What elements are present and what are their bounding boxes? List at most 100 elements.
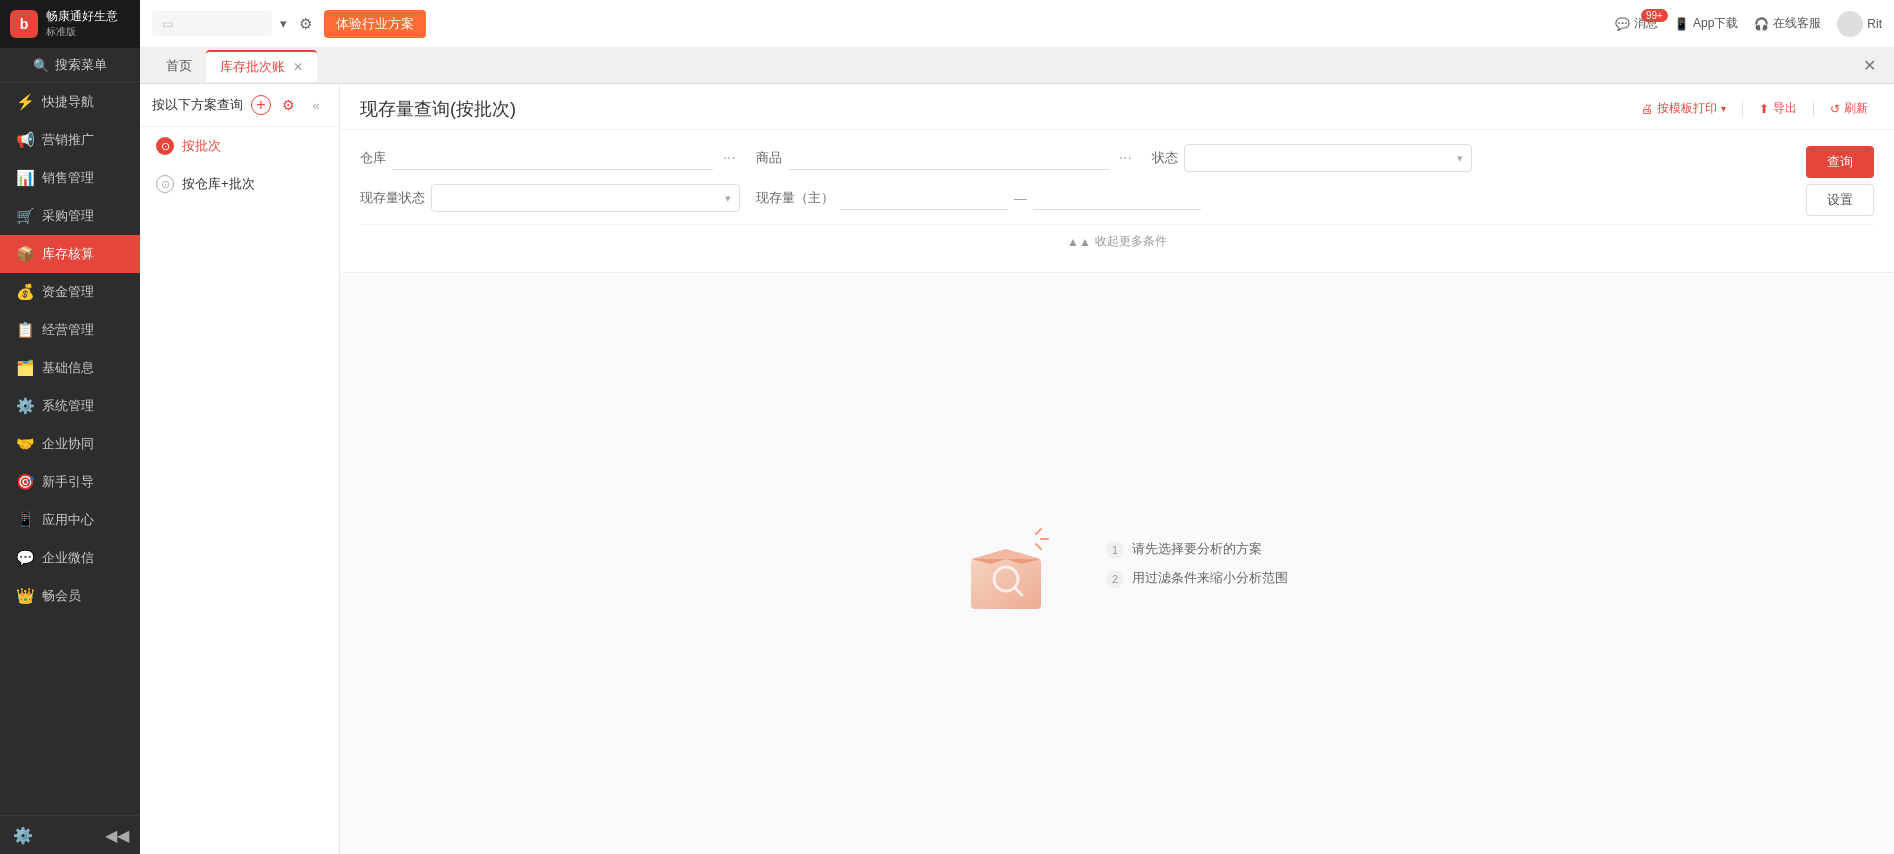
sidebar-item-wechat[interactable]: 💬 企业微信 [0, 539, 140, 577]
refresh-btn[interactable]: ↺ 刷新 [1824, 96, 1874, 121]
svg-line-5 [1036, 544, 1041, 549]
topbar-gear-btn[interactable]: ⚙ [295, 11, 316, 37]
filter-row-2: 现存量状态 ▾ 现存量（主） — [360, 184, 1874, 212]
sidebar-search[interactable]: 🔍 搜索菜单 [0, 48, 140, 83]
message-icon: 💬 [1615, 17, 1630, 31]
sidebar-item-label: 基础信息 [42, 359, 94, 377]
sidebar-nav: ⚡ 快捷导航 📢 营销推广 📊 销售管理 🛒 采购管理 📦 库存核算 💰 资金管… [0, 83, 140, 815]
sidebar-item-guide[interactable]: 🎯 新手引导 [0, 463, 140, 501]
divider1 [1742, 101, 1743, 117]
shortcuts-icon: ⚡ [16, 93, 34, 111]
topbar-search-box[interactable]: ▭ [152, 11, 272, 36]
app-download-btn[interactable]: 📱 App下载 [1674, 15, 1738, 32]
tab-bar: 首页 库存批次账 ✕ ✕ [140, 48, 1894, 84]
sidebar-item-member[interactable]: 👑 畅会员 [0, 577, 140, 615]
sidebar-settings-btn[interactable]: ⚙️ [12, 824, 34, 846]
company-name: 畅康通好生意 [46, 9, 118, 25]
system-icon: ⚙️ [16, 397, 34, 415]
tab-inventory-batch-label: 库存批次账 [220, 58, 285, 76]
sidebar-item-label: 企业微信 [42, 549, 94, 567]
empty-illustration [946, 504, 1066, 624]
print-btn[interactable]: 🖨 按模板打印 ▾ [1635, 96, 1732, 121]
finance-icon: 💰 [16, 283, 34, 301]
printer-icon: 🖨 [1641, 102, 1653, 116]
product-input[interactable] [788, 146, 1109, 170]
sidebar-item-shortcuts[interactable]: ⚡ 快捷导航 [0, 83, 140, 121]
sidebar-footer: ⚙️ ◀◀ [0, 815, 140, 854]
close-all-tabs-btn[interactable]: ✕ [1857, 56, 1882, 75]
scheme-settings-btn[interactable]: ⚙ [277, 94, 299, 116]
topbar: ▭ ▾ ⚙ 体验行业方案 💬 消息 99+ 📱 App下载 🎧 在线客服 [140, 0, 1894, 48]
sidebar-item-sales[interactable]: 📊 销售管理 [0, 159, 140, 197]
phone-icon: 📱 [1674, 17, 1689, 31]
svg-line-3 [1036, 529, 1041, 534]
print-dropdown-icon: ▾ [1721, 103, 1726, 114]
collab-icon: 🤝 [16, 435, 34, 453]
sidebar-item-label: 经营管理 [42, 321, 94, 339]
headset-icon: 🎧 [1754, 17, 1769, 31]
trial-button[interactable]: 体验行业方案 [324, 10, 426, 38]
content-right: 现存量查询(按批次) 🖨 按模板打印 ▾ ⬆ 导出 ↺ 刷 [340, 84, 1894, 854]
guide-icon: 🎯 [16, 473, 34, 491]
topbar-dropdown-btn[interactable]: ▾ [280, 16, 287, 31]
sidebar-item-marketing[interactable]: 📢 营销推广 [0, 121, 140, 159]
export-btn[interactable]: ⬆ 导出 [1753, 96, 1803, 121]
query-btn[interactable]: 查询 [1806, 146, 1874, 178]
sidebar-item-collab[interactable]: 🤝 企业协同 [0, 425, 140, 463]
add-scheme-btn[interactable]: + [251, 95, 271, 115]
scheme-by-warehouse-batch-icon: ⊙ [156, 175, 174, 193]
tab-close-btn[interactable]: ✕ [293, 60, 303, 74]
topbar-search-text [177, 15, 225, 32]
scheme-by-warehouse-batch[interactable]: ⊙ 按仓库+批次 [140, 165, 339, 203]
scheme-by-batch[interactable]: ⊙ 按批次 [140, 127, 339, 165]
online-service-label: 在线客服 [1773, 15, 1821, 32]
sidebar-item-inventory[interactable]: 📦 库存核算 [0, 235, 140, 273]
print-label: 按模板打印 [1657, 100, 1717, 117]
online-service-btn[interactable]: 🎧 在线客服 [1754, 15, 1821, 32]
empty-state: 1 请先选择要分析的方案 2 用过滤条件来缩小分析范围 [340, 273, 1894, 854]
sidebar-item-finance[interactable]: 💰 资金管理 [0, 273, 140, 311]
empty-tip-2: 2 用过滤条件来缩小分析范围 [1106, 569, 1288, 588]
stock-status-label: 现存量状态 [360, 189, 425, 207]
stock-status-filter: 现存量状态 ▾ [360, 184, 740, 212]
stock-amount-dash: — [1014, 191, 1027, 206]
tab-inventory-batch[interactable]: 库存批次账 ✕ [206, 50, 317, 82]
tab-home[interactable]: 首页 [152, 51, 206, 81]
status-select[interactable]: ▾ [1184, 144, 1472, 172]
stock-amount-max[interactable] [1033, 186, 1201, 210]
avatar [1837, 11, 1863, 37]
search-icon: 🔍 [33, 58, 49, 73]
sidebar: b 畅康通好生意 标准版 🔍 搜索菜单 ⚡ 快捷导航 📢 营销推广 📊 销售管理… [0, 0, 140, 854]
stock-status-select[interactable]: ▾ [431, 184, 740, 212]
left-panel-collapse-btn[interactable]: « [305, 94, 327, 116]
product-dots-btn[interactable]: ··· [1115, 149, 1136, 167]
scheme-by-warehouse-batch-label: 按仓库+批次 [182, 175, 255, 193]
sidebar-item-app-center[interactable]: 📱 应用中心 [0, 501, 140, 539]
sidebar-item-system[interactable]: ⚙️ 系统管理 [0, 387, 140, 425]
empty-tips: 1 请先选择要分析的方案 2 用过滤条件来缩小分析范围 [1106, 540, 1288, 588]
sidebar-item-label: 营销推广 [42, 131, 94, 149]
messages-badge: 99+ [1641, 9, 1668, 22]
app-info: 畅康通好生意 标准版 [46, 9, 118, 39]
tab-home-label: 首页 [166, 57, 192, 75]
tip2-text: 用过滤条件来缩小分析范围 [1132, 569, 1288, 587]
stock-amount-min[interactable] [840, 186, 1008, 210]
collapse-filter-btn[interactable]: ▲▲ 收起更多条件 [360, 224, 1874, 258]
warehouse-label: 仓库 [360, 149, 386, 167]
topbar-search-icon: ▭ [162, 17, 173, 31]
sidebar-item-label: 销售管理 [42, 169, 94, 187]
sidebar-item-purchase[interactable]: 🛒 采购管理 [0, 197, 140, 235]
messages-btn[interactable]: 💬 消息 99+ [1615, 15, 1658, 32]
divider2 [1813, 101, 1814, 117]
user-avatar-btn[interactable]: Rit [1837, 11, 1882, 37]
sidebar-item-label: 系统管理 [42, 397, 94, 415]
warehouse-input[interactable] [392, 146, 713, 170]
purchase-icon: 🛒 [16, 207, 34, 225]
settings-btn[interactable]: 设置 [1806, 184, 1874, 216]
sidebar-collapse-btn[interactable]: ◀◀ [106, 824, 128, 846]
sidebar-item-operations[interactable]: 📋 经营管理 [0, 311, 140, 349]
product-filter: 商品 ··· [756, 146, 1136, 170]
warehouse-dots-btn[interactable]: ··· [719, 149, 740, 167]
topbar-actions: 💬 消息 99+ 📱 App下载 🎧 在线客服 Rit [1615, 11, 1882, 37]
sidebar-item-basic-info[interactable]: 🗂️ 基础信息 [0, 349, 140, 387]
